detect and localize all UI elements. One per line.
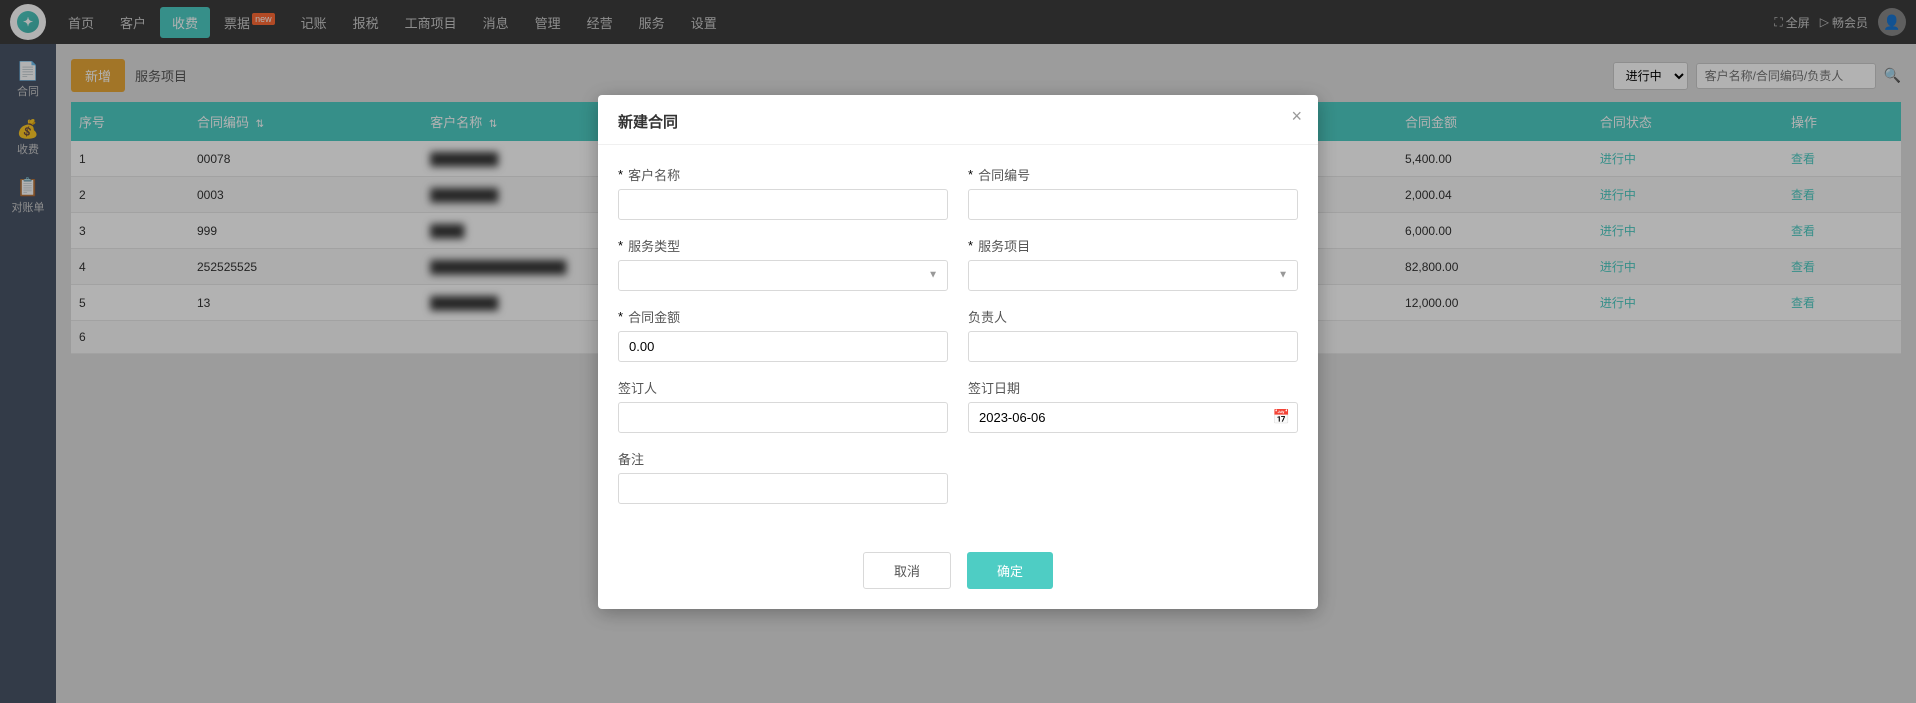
signer-input[interactable] [618, 402, 948, 433]
form-group-service-item: * 服务项目 [968, 236, 1298, 291]
sign-date-wrapper: 📅 [968, 402, 1298, 433]
form-group-service-type: * 服务类型 [618, 236, 948, 291]
modal-header: 新建合同 × [598, 95, 1318, 145]
required-mark-2: * [968, 167, 973, 182]
sign-date-input[interactable] [968, 402, 1298, 433]
form-row-3: * 合同金额 负责人 [618, 307, 1298, 362]
client-name-label: 客户名称 [628, 165, 680, 184]
contract-no-input[interactable] [968, 189, 1298, 220]
modal-footer: 取消 确定 [598, 540, 1318, 609]
modal-body: * 客户名称 * 合同编号 [598, 145, 1318, 540]
required-mark-5: * [618, 309, 623, 324]
sign-date-label: 签订日期 [968, 378, 1020, 397]
signer-label: 签订人 [618, 378, 657, 397]
confirm-button[interactable]: 确定 [967, 552, 1053, 589]
form-group-signer: 签订人 [618, 378, 948, 433]
required-mark: * [618, 167, 623, 182]
contract-no-label: 合同编号 [978, 165, 1030, 184]
service-item-label: 服务项目 [978, 236, 1030, 255]
responsible-label: 负责人 [968, 307, 1007, 326]
form-row-1: * 客户名称 * 合同编号 [618, 165, 1298, 220]
modal-overlay[interactable]: 新建合同 × * 客户名称 [56, 44, 1916, 703]
form-row-5: 备注 [618, 449, 1298, 504]
form-row-2: * 服务类型 * 服务项目 [618, 236, 1298, 291]
service-item-wrapper [968, 260, 1298, 291]
form-group-responsible: 负责人 [968, 307, 1298, 362]
form-row-4: 签订人 签订日期 📅 [618, 378, 1298, 433]
form-group-client-name: * 客户名称 [618, 165, 948, 220]
required-mark-3: * [618, 238, 623, 253]
form-group-contract-no: * 合同编号 [968, 165, 1298, 220]
form-group-amount: * 合同金额 [618, 307, 948, 362]
remark-label: 备注 [618, 449, 644, 468]
main-layout: 📄 合同 💰 收费 📋 对账单 新增 服务项目 进行中 已完成 已终止 全部 [0, 44, 1916, 703]
amount-input[interactable] [618, 331, 948, 362]
service-type-select[interactable] [618, 260, 948, 291]
remark-input[interactable] [618, 473, 948, 504]
required-mark-4: * [968, 238, 973, 253]
amount-label: 合同金额 [628, 307, 680, 326]
form-group-remark: 备注 [618, 449, 948, 504]
content-area: 新增 服务项目 进行中 已完成 已终止 全部 🔍 序号 [56, 44, 1916, 703]
modal: 新建合同 × * 客户名称 [598, 95, 1318, 609]
modal-title: 新建合同 [618, 114, 678, 131]
service-item-select[interactable] [968, 260, 1298, 291]
calendar-icon[interactable]: 📅 [1273, 409, 1290, 426]
modal-close-button[interactable]: × [1291, 107, 1302, 125]
service-type-wrapper [618, 260, 948, 291]
cancel-button[interactable]: 取消 [863, 552, 951, 589]
client-name-input[interactable] [618, 189, 948, 220]
responsible-input[interactable] [968, 331, 1298, 362]
form-group-sign-date: 签订日期 📅 [968, 378, 1298, 433]
service-type-label: 服务类型 [628, 236, 680, 255]
